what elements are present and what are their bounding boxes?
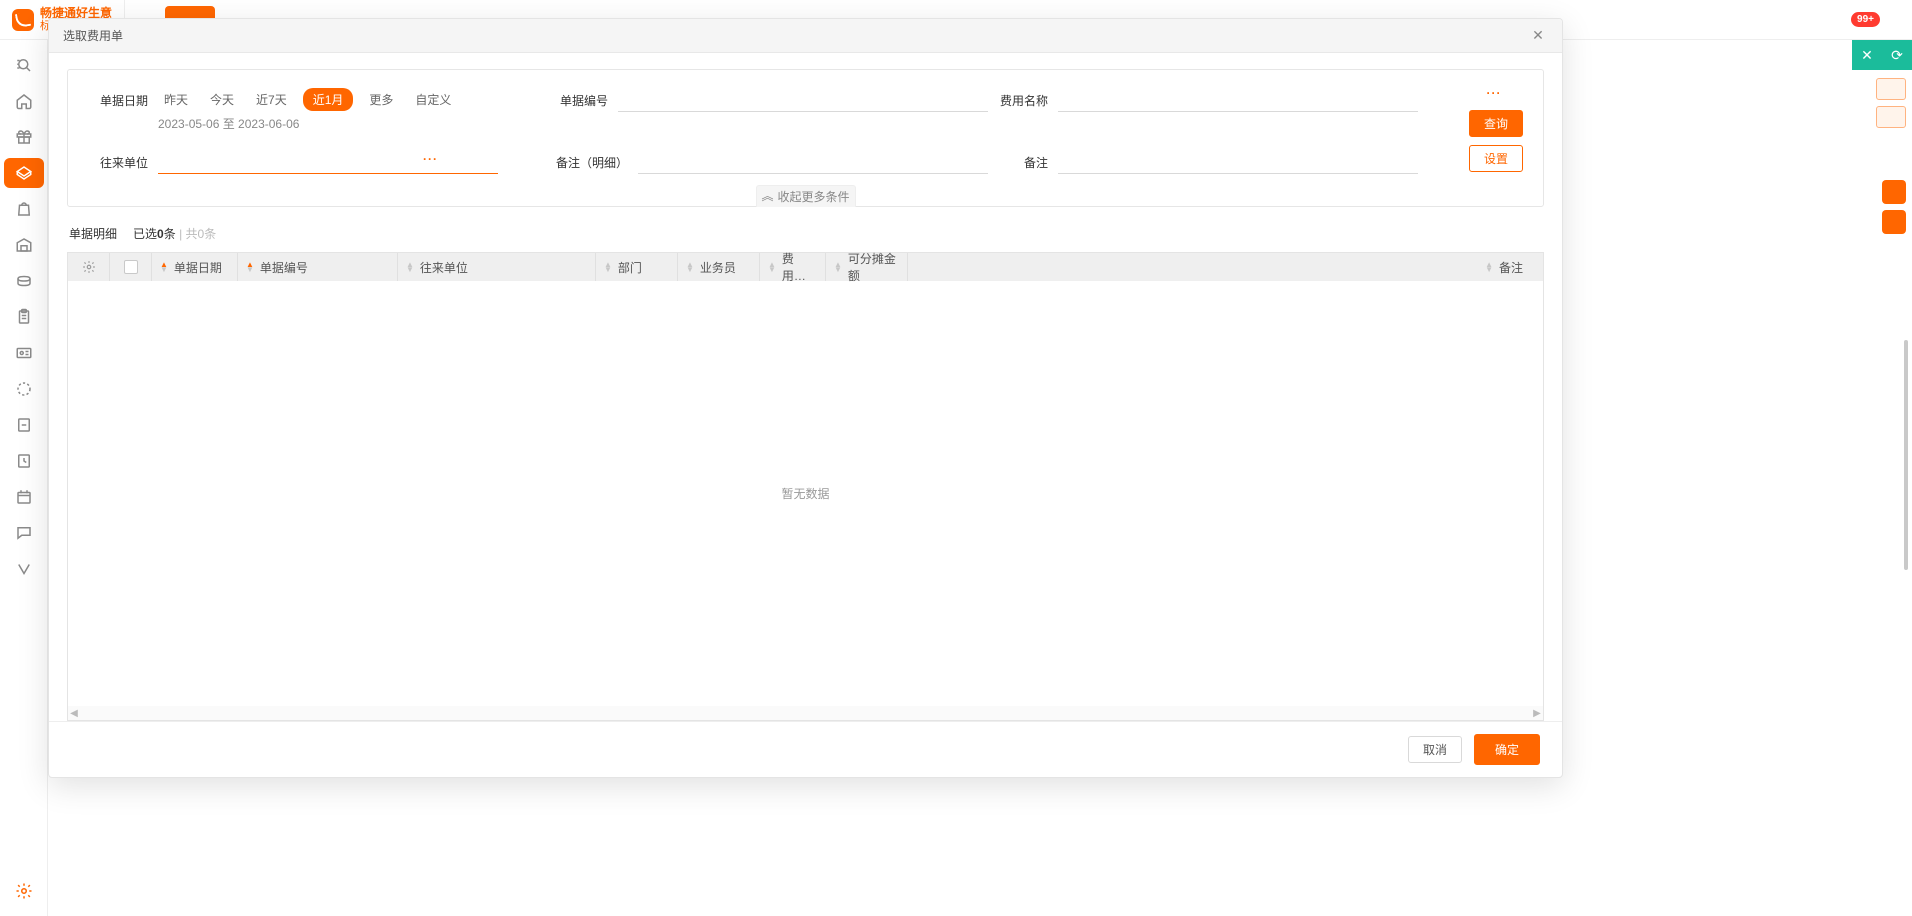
sel-suffix: 条 <box>164 227 176 241</box>
table-body-empty: 暂无数据 <box>68 281 1543 706</box>
col-docno-label: 单据编号 <box>260 259 308 276</box>
modal-overlay: 选取费用单 ✕ ··· 查询 设置 单据日期 昨天 今天 <box>0 0 1912 916</box>
column-settings-button[interactable] <box>68 253 110 281</box>
filter-unit-label: 往来单位 <box>88 150 158 171</box>
empty-text: 暂无数据 <box>781 485 829 502</box>
sel-prefix: 已选 <box>133 227 157 241</box>
query-button[interactable]: 查询 <box>1469 110 1523 137</box>
gear-icon <box>82 260 96 274</box>
cancel-button[interactable]: 取消 <box>1408 736 1462 763</box>
filter-docno-input[interactable] <box>618 88 988 112</box>
sort-icon <box>604 262 612 272</box>
sort-icon <box>768 262 776 272</box>
total-text: 共0条 <box>186 227 217 241</box>
filter-panel: ··· 查询 设置 单据日期 昨天 今天 近7天 近1月 更 <box>67 69 1544 207</box>
filter-action-column: ··· 查询 设置 <box>1469 86 1523 172</box>
col-biz-label: 业务员 <box>700 259 736 276</box>
filter-remark-label: 备注 <box>988 150 1058 171</box>
col-fee-label: 费用… <box>782 250 817 284</box>
ok-button[interactable]: 确定 <box>1474 734 1540 765</box>
filter-unit-picker-icon[interactable]: ··· <box>423 152 438 166</box>
list-section-title: 单据明细 <box>69 225 117 242</box>
sel-count: 0 <box>157 227 164 241</box>
collapse-label: 收起更多条件 <box>778 188 850 205</box>
list-header: 单据明细 已选0条 | 共0条 <box>69 225 1542 242</box>
chip-one-month[interactable]: 近1月 <box>303 88 354 111</box>
settings-button[interactable]: 设置 <box>1469 145 1523 172</box>
filter-more-icon[interactable]: ··· <box>1486 86 1505 100</box>
col-date[interactable]: 单据日期 <box>152 253 238 281</box>
modal-footer: 取消 确定 <box>49 721 1562 777</box>
col-unit[interactable]: 往来单位 <box>398 253 596 281</box>
chip-yesterday[interactable]: 昨天 <box>158 88 194 111</box>
col-dept-label: 部门 <box>618 259 642 276</box>
filter-feename-label: 费用名称 <box>988 88 1058 109</box>
col-remark[interactable]: 备注 <box>908 253 1543 281</box>
chevron-up-icon: ︽ <box>761 187 773 204</box>
col-share-label: 可分摊金额 <box>848 250 899 284</box>
col-docno[interactable]: 单据编号 <box>238 253 398 281</box>
collapse-filters-button[interactable]: ︽ 收起更多条件 <box>756 185 856 207</box>
chip-today[interactable]: 今天 <box>204 88 240 111</box>
select-all-checkbox[interactable] <box>110 253 152 281</box>
select-fee-modal: 选取费用单 ✕ ··· 查询 设置 单据日期 昨天 今天 <box>48 18 1563 778</box>
filter-remark-detail-label: 备注（明细） <box>548 150 638 171</box>
sort-icon <box>406 262 414 272</box>
filter-unit-input[interactable] <box>158 150 498 174</box>
chip-more[interactable]: 更多 <box>363 88 399 111</box>
sort-icon <box>160 262 168 272</box>
date-range-text: 2023-05-06 至 2023-06-06 <box>158 115 548 132</box>
chip-custom[interactable]: 自定义 <box>409 88 457 111</box>
selection-info: 已选0条 | 共0条 <box>133 225 216 242</box>
modal-close-button[interactable]: ✕ <box>1528 26 1548 46</box>
col-date-label: 单据日期 <box>174 259 222 276</box>
date-chip-group: 昨天 今天 近7天 近1月 更多 自定义 <box>158 88 548 111</box>
filter-feename-input[interactable] <box>1058 88 1418 112</box>
filter-docno-label: 单据编号 <box>548 88 618 109</box>
table-hscroll[interactable]: ◀ ▶ <box>68 706 1543 720</box>
scroll-right-icon[interactable]: ▶ <box>1531 706 1543 720</box>
sort-icon <box>246 262 254 272</box>
filter-date-label: 单据日期 <box>88 88 158 109</box>
sort-icon <box>686 262 694 272</box>
col-fee[interactable]: 费用… <box>760 253 826 281</box>
col-remark-label: 备注 <box>1499 259 1523 276</box>
chip-seven[interactable]: 近7天 <box>250 88 293 111</box>
col-share[interactable]: 可分摊金额 <box>826 253 908 281</box>
modal-header: 选取费用单 ✕ <box>49 19 1562 53</box>
modal-title: 选取费用单 <box>63 27 123 44</box>
col-dept[interactable]: 部门 <box>596 253 678 281</box>
scroll-left-icon[interactable]: ◀ <box>68 706 80 720</box>
col-unit-label: 往来单位 <box>420 259 468 276</box>
sort-icon <box>1485 262 1493 272</box>
sort-icon <box>834 262 842 272</box>
filter-remark-detail-input[interactable] <box>638 150 988 174</box>
filter-remark-input[interactable] <box>1058 150 1418 174</box>
table-head: 单据日期 单据编号 往来单位 部门 <box>68 253 1543 281</box>
col-biz[interactable]: 业务员 <box>678 253 760 281</box>
result-table: 单据日期 单据编号 往来单位 部门 <box>67 252 1544 721</box>
checkbox-icon <box>124 260 138 274</box>
